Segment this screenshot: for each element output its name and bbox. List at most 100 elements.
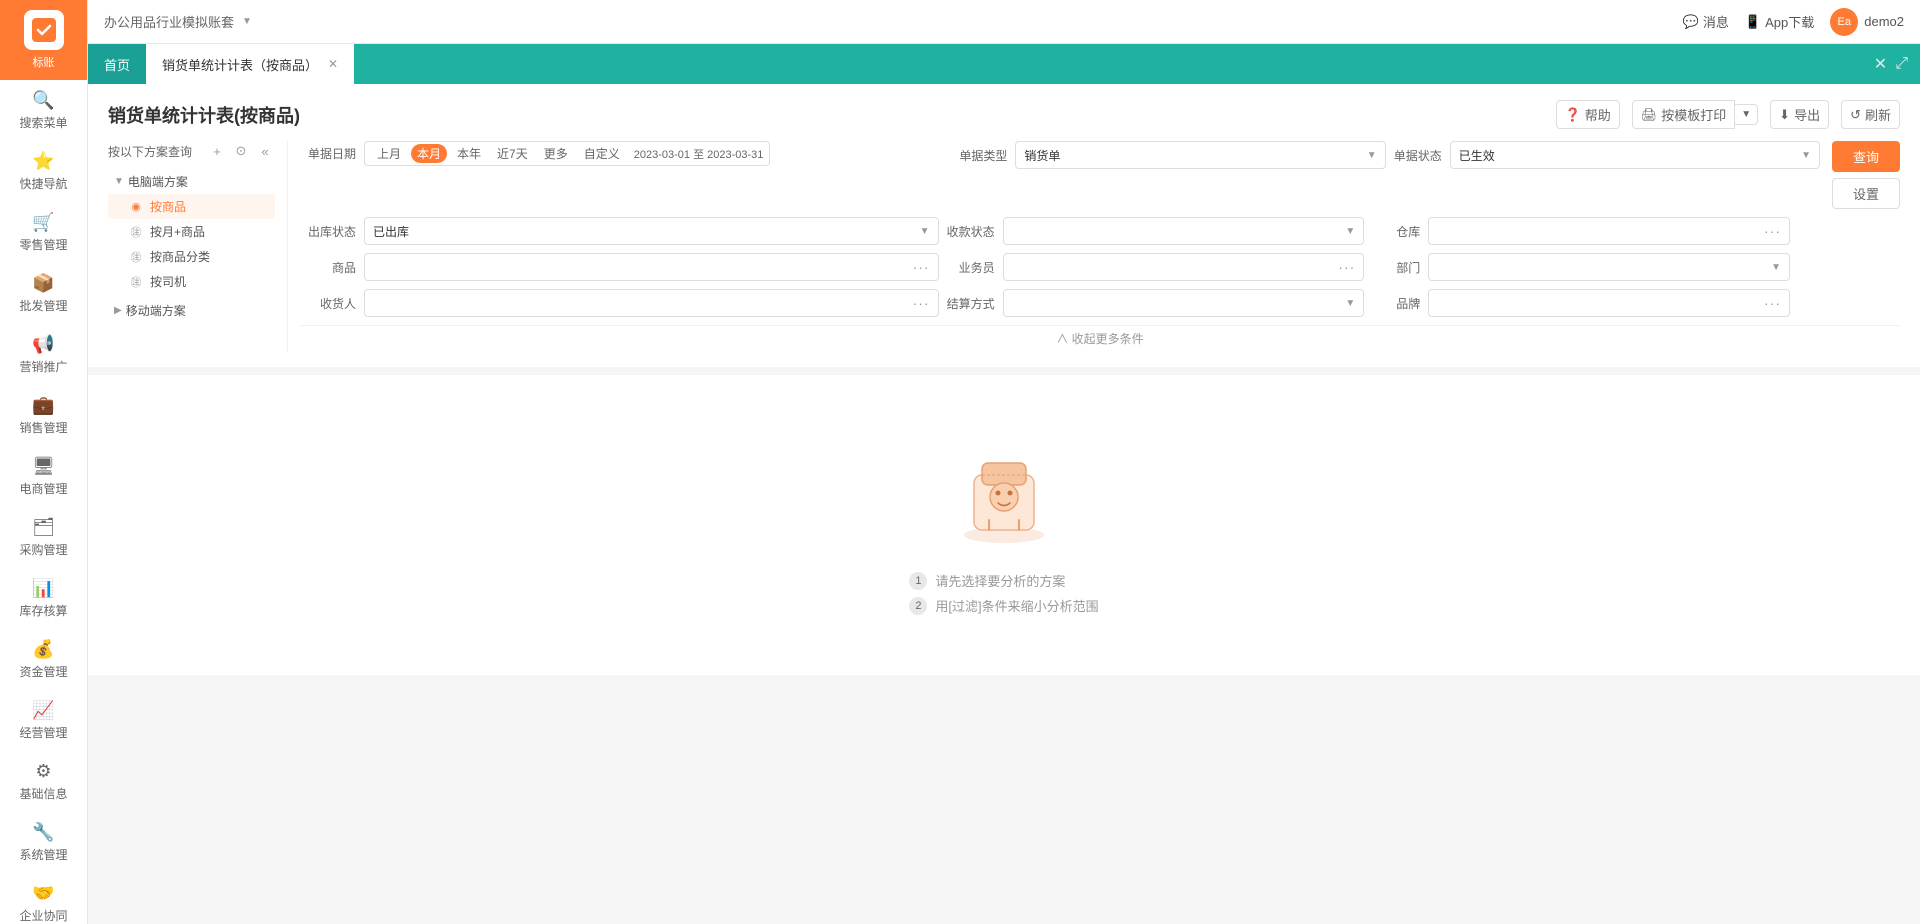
tab-sales-stat[interactable]: 销货单统计计表（按商品） ✕ [146,44,354,84]
out-status-value: 已出库 [373,223,409,240]
scheme-group-mobile-label: 移动端方案 [126,302,186,319]
scheme-item-goods-category[interactable]: ㊟ 按商品分类 [108,244,275,269]
filter-field-staff: 业务员 ··· [939,253,1365,281]
group-expand-arrow: ▼ [114,176,124,187]
sidebar-item-corp-label: 企业协同 [19,907,67,924]
date-btn-7days[interactable]: 近7天 [491,144,534,163]
brand-control[interactable]: ··· [1428,289,1790,317]
tab-close-button[interactable]: ✕ [328,57,338,71]
basic-icon: ⚙ [35,761,51,782]
out-status-select[interactable]: 已出库 ▼ [364,217,939,245]
brand-select[interactable]: ··· [1428,289,1790,317]
breadcrumb-text: 办公用品行业模拟账套 [104,12,234,31]
status-control[interactable]: 已生效 ▼ [1450,141,1820,169]
sidebar-item-operations[interactable]: 📈 经营管理 [0,690,87,751]
app-download-button[interactable]: 📱 App下载 [1745,12,1814,31]
sidebar-item-basic[interactable]: ⚙ 基础信息 [0,751,87,812]
tab-expand-button[interactable]: ⤢ [1895,55,1908,73]
refresh-button[interactable]: ↺ 刷新 [1841,100,1900,129]
sidebar-item-wholesale[interactable]: 📦 批发管理 [0,263,87,324]
warehouse-control[interactable]: ··· [1428,217,1790,245]
user-name: demo2 [1864,14,1904,29]
system-icon: 🔧 [32,822,54,843]
recv-status-control[interactable]: ▼ [1003,217,1365,245]
empty-tips: 1 请先选择要分析的方案 2 用[过滤]条件来缩小分析范围 [909,571,1098,615]
filter-field-out-status: 出库状态 已出库 ▼ [300,217,939,245]
sidebar-item-marketing[interactable]: 📢 营销推广 [0,324,87,385]
query-button[interactable]: 查询 [1832,141,1900,172]
scheme-group-desktop: ▼ 电脑端方案 ◉ 按商品 ㊟ 按月+商品 ㊟ [108,169,275,294]
payment-select[interactable]: ▼ [1003,289,1365,317]
sidebar-item-marketing-label: 营销推广 [19,358,67,375]
sidebar-item-corp[interactable]: 🤝 企业协同 [0,873,87,924]
scheme-add-button[interactable]: + [207,141,227,161]
empty-illustration [944,435,1064,555]
sidebar-item-retail-label: 零售管理 [19,236,67,253]
scheme-item-by-goods[interactable]: ◉ 按商品 [108,194,275,219]
sidebar-item-purchase[interactable]: 🗂 采购管理 [0,507,87,568]
date-btn-this-year[interactable]: 本年 [451,144,487,163]
scheme-group-mobile-title[interactable]: ▶ 移动端方案 [108,298,275,323]
warehouse-dots-icon: ··· [1764,223,1781,239]
warehouse-select[interactable]: ··· [1428,217,1790,245]
user-avatar: Ea [1830,8,1858,36]
dept-select[interactable]: ▼ [1428,253,1790,281]
filter-field-goods: 商品 ··· [300,253,939,281]
sidebar-item-sales[interactable]: 💼 销售管理 [0,385,87,446]
ecommerce-icon: 🖥 [32,456,55,477]
recv-status-chevron-icon: ▼ [1345,226,1355,237]
sidebar-item-inventory[interactable]: 📊 库存核算 [0,568,87,629]
goods-control[interactable]: ··· [364,253,939,281]
template-print-dropdown[interactable]: ▼ [1735,104,1758,125]
goods-label: 商品 [300,259,356,276]
type-select[interactable]: 销货单 ▼ [1015,141,1385,169]
breadcrumb-chevron: ▼ [242,16,252,27]
scheme-item-month-goods[interactable]: ㊟ 按月+商品 [108,219,275,244]
user-area[interactable]: Ea demo2 [1830,8,1904,36]
date-control: 上月 本月 本年 近7天 更多 自定义 2023-03-01 至 2023-03… [364,141,951,166]
goods-select[interactable]: ··· [364,253,939,281]
dept-control[interactable]: ▼ [1428,253,1790,281]
collapse-label: ∧ 收起更多条件 [1056,332,1143,346]
filter-field-status: 单据状态 已生效 ▼ [1386,141,1820,169]
template-print-button[interactable]: 🖨 按模板打印 [1632,100,1736,129]
out-status-control[interactable]: 已出库 ▼ [364,217,939,245]
sidebar-item-quicknav[interactable]: ⭐ 快捷导航 [0,141,87,202]
status-select[interactable]: 已生效 ▼ [1450,141,1820,169]
sidebar-item-ecommerce[interactable]: 🖥 电商管理 [0,446,87,507]
collapse-button[interactable]: ∧ 收起更多条件 [300,325,1900,351]
tip-num-2: 2 [909,597,927,615]
staff-select[interactable]: ··· [1003,253,1365,281]
tab-close-all-button[interactable]: ✕ [1874,54,1887,74]
receiver-select[interactable]: ··· [364,289,939,317]
sidebar-item-search[interactable]: 🔍 搜索菜单 [0,80,87,141]
setting-button[interactable]: 设置 [1832,178,1900,209]
message-button[interactable]: 💬 消息 [1683,12,1729,31]
help-button[interactable]: ❓ 帮助 [1556,100,1620,129]
date-btn-custom[interactable]: 自定义 [578,144,626,163]
staff-control[interactable]: ··· [1003,253,1365,281]
scheme-collapse-button[interactable]: « [255,141,275,161]
recv-status-select[interactable]: ▼ [1003,217,1365,245]
sidebar-item-system[interactable]: 🔧 系统管理 [0,812,87,873]
scheme-item-by-goods-label: 按商品 [150,198,186,215]
sidebar-item-retail[interactable]: 🛒 零售管理 [0,202,87,263]
tab-home[interactable]: 首页 [88,44,146,84]
receiver-control[interactable]: ··· [364,289,939,317]
date-btn-last-month[interactable]: 上月 [371,144,407,163]
scheme-settings-button[interactable]: ⊙ [231,141,251,161]
query-btn-group: 查询 设置 [1820,141,1900,209]
scheme-item-driver[interactable]: ㊟ 按司机 [108,269,275,294]
type-control[interactable]: 销货单 ▼ [1015,141,1385,169]
filter-panel: 单据日期 上月 本月 本年 近7天 更多 自定义 2023-03-01 至 20… [300,141,1900,351]
scheme-group-desktop-title[interactable]: ▼ 电脑端方案 [108,169,275,194]
export-button[interactable]: ⬇ 导出 [1770,100,1829,129]
filter-field-type: 单据类型 销货单 ▼ [951,141,1385,169]
finance-icon: 💰 [32,639,54,660]
sidebar-item-finance[interactable]: 💰 资金管理 [0,629,87,690]
status-chevron-icon: ▼ [1801,150,1811,161]
date-btn-this-month[interactable]: 本月 [411,144,447,163]
payment-control[interactable]: ▼ [1003,289,1365,317]
date-btn-more[interactable]: 更多 [538,144,574,163]
type-label: 单据类型 [951,147,1007,164]
